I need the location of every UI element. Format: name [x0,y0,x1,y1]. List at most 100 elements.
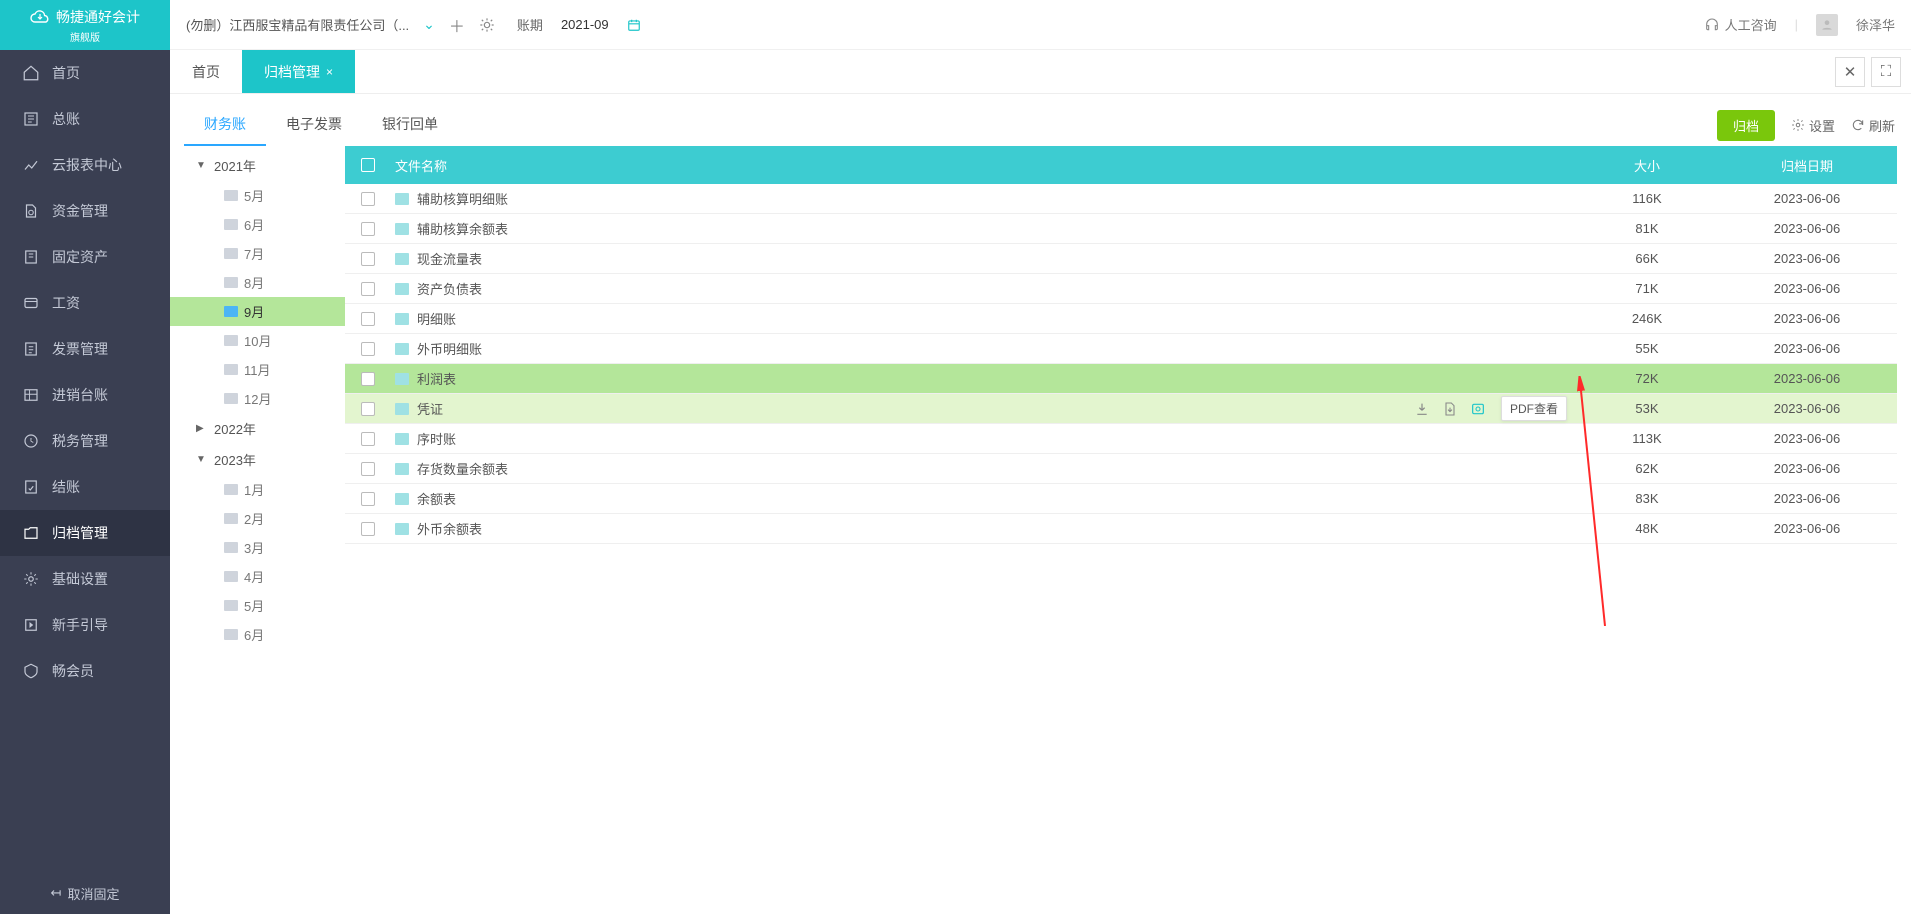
subtab-finance[interactable]: 财务账 [184,104,266,146]
table-row[interactable]: 序时账113K2023-06-06 [345,424,1897,454]
row-checkbox[interactable] [361,282,375,296]
nav-icon [22,478,40,496]
archive-button[interactable]: 归档 [1717,110,1775,141]
nav-item-7[interactable]: 进销台账 [0,372,170,418]
table-row[interactable]: 资产负债表71K2023-06-06 [345,274,1897,304]
row-checkbox[interactable] [361,312,375,326]
pdf-view-icon[interactable] [1469,400,1487,418]
row-checkbox[interactable] [361,222,375,236]
tree-month[interactable]: 2月 [170,504,345,533]
refresh-link[interactable]: 刷新 [1851,116,1895,135]
avatar-icon[interactable] [1816,14,1838,36]
table-row[interactable]: 余额表83K2023-06-06 [345,484,1897,514]
file-size: 81K [1577,221,1717,236]
sidebar-unpin-label: 取消固定 [67,884,119,903]
tree-month[interactable]: 7月 [170,239,345,268]
row-checkbox[interactable] [361,402,375,416]
tree-month[interactable]: 8月 [170,268,345,297]
table-row[interactable]: 辅助核算明细账116K2023-06-06 [345,184,1897,214]
tree-month[interactable]: 6月 [170,620,345,649]
pdf-export-icon[interactable] [1441,400,1459,418]
close-all-tabs-button[interactable]: ✕ [1835,57,1865,87]
nav-item-0[interactable]: 首页 [0,50,170,96]
table-row[interactable]: 外币余额表48K2023-06-06 [345,514,1897,544]
file-size: 246K [1577,311,1717,326]
support-link[interactable]: 人工咨询 [1704,15,1777,34]
tree-year[interactable]: ▼2023年 [170,444,345,475]
folder-icon [224,190,238,201]
nav-item-8[interactable]: 税务管理 [0,418,170,464]
table-row[interactable]: 辅助核算余额表81K2023-06-06 [345,214,1897,244]
tab-home[interactable]: 首页 [170,50,242,93]
table-row[interactable]: 外币明细账55K2023-06-06 [345,334,1897,364]
nav-item-11[interactable]: 基础设置 [0,556,170,602]
company-settings-icon[interactable] [479,17,495,33]
period-value[interactable]: 2021-09 [561,17,609,32]
nav-item-10[interactable]: 归档管理 [0,510,170,556]
row-checkbox[interactable] [361,522,375,536]
subtab-einvoice[interactable]: 电子发票 [266,104,362,146]
table-row[interactable]: 明细账246K2023-06-06 [345,304,1897,334]
nav-item-4[interactable]: 固定资产 [0,234,170,280]
nav-item-13[interactable]: 畅会员 [0,648,170,694]
folder-icon [224,513,238,524]
sidebar-unpin[interactable]: ↤ 取消固定 [0,872,170,914]
nav-item-12[interactable]: 新手引导 [0,602,170,648]
tree-month[interactable]: 12月 [170,384,345,413]
folder-icon [224,629,238,640]
table-row[interactable]: 现金流量表66K2023-06-06 [345,244,1897,274]
nav-item-3[interactable]: 资金管理 [0,188,170,234]
company-selector[interactable]: (勿删）江西服宝精品有限责任公司（... [186,15,409,34]
nav-icon [22,294,40,312]
file-name: 辅助核算明细账 [417,189,508,208]
tab-archive[interactable]: 归档管理 × [242,50,355,93]
subtab-bankreceipt[interactable]: 银行回单 [362,104,458,146]
tree-month[interactable]: 6月 [170,210,345,239]
select-all-checkbox[interactable] [361,158,375,172]
nav-item-5[interactable]: 工资 [0,280,170,326]
tree-month[interactable]: 5月 [170,591,345,620]
row-checkbox[interactable] [361,462,375,476]
nav-item-1[interactable]: 总账 [0,96,170,142]
file-icon [395,223,409,235]
tree-year[interactable]: ▶2022年 [170,413,345,444]
file-icon [395,283,409,295]
file-icon [395,433,409,445]
tree-month[interactable]: 11月 [170,355,345,384]
add-company-icon[interactable]: ＋ [449,13,465,37]
nav-item-9[interactable]: 结账 [0,464,170,510]
tree-year[interactable]: ▼2021年 [170,150,345,181]
table-row[interactable]: 利润表72K2023-06-06 [345,364,1897,394]
table-row[interactable]: 凭证53K2023-06-06PDF查看 [345,394,1897,424]
calendar-icon[interactable] [627,18,641,32]
support-label: 人工咨询 [1725,15,1777,34]
file-name: 凭证 [417,399,443,418]
row-checkbox[interactable] [361,432,375,446]
folder-icon [224,542,238,553]
file-size: 113K [1577,431,1717,446]
chevron-down-icon[interactable]: ⌄ [423,16,435,33]
row-checkbox[interactable] [361,492,375,506]
close-icon[interactable]: × [326,65,333,79]
tree-month[interactable]: 5月 [170,181,345,210]
folder-icon [224,277,238,288]
nav-label: 云报表中心 [52,155,122,175]
tree-month[interactable]: 4月 [170,562,345,591]
tree-month[interactable]: 10月 [170,326,345,355]
row-checkbox[interactable] [361,192,375,206]
row-checkbox[interactable] [361,252,375,266]
tree-month[interactable]: 3月 [170,533,345,562]
folder-icon [224,248,238,259]
nav-item-6[interactable]: 发票管理 [0,326,170,372]
download-icon[interactable] [1413,400,1431,418]
username[interactable]: 徐泽华 [1856,15,1895,34]
table-row[interactable]: 存货数量余额表62K2023-06-06 [345,454,1897,484]
settings-link[interactable]: 设置 [1791,116,1835,135]
row-checkbox[interactable] [361,372,375,386]
tree-month[interactable]: 9月 [170,297,345,326]
nav-item-2[interactable]: 云报表中心 [0,142,170,188]
fullscreen-button[interactable]: ⛶ [1871,57,1901,87]
tree-month[interactable]: 1月 [170,475,345,504]
folder-icon [224,219,238,230]
row-checkbox[interactable] [361,342,375,356]
